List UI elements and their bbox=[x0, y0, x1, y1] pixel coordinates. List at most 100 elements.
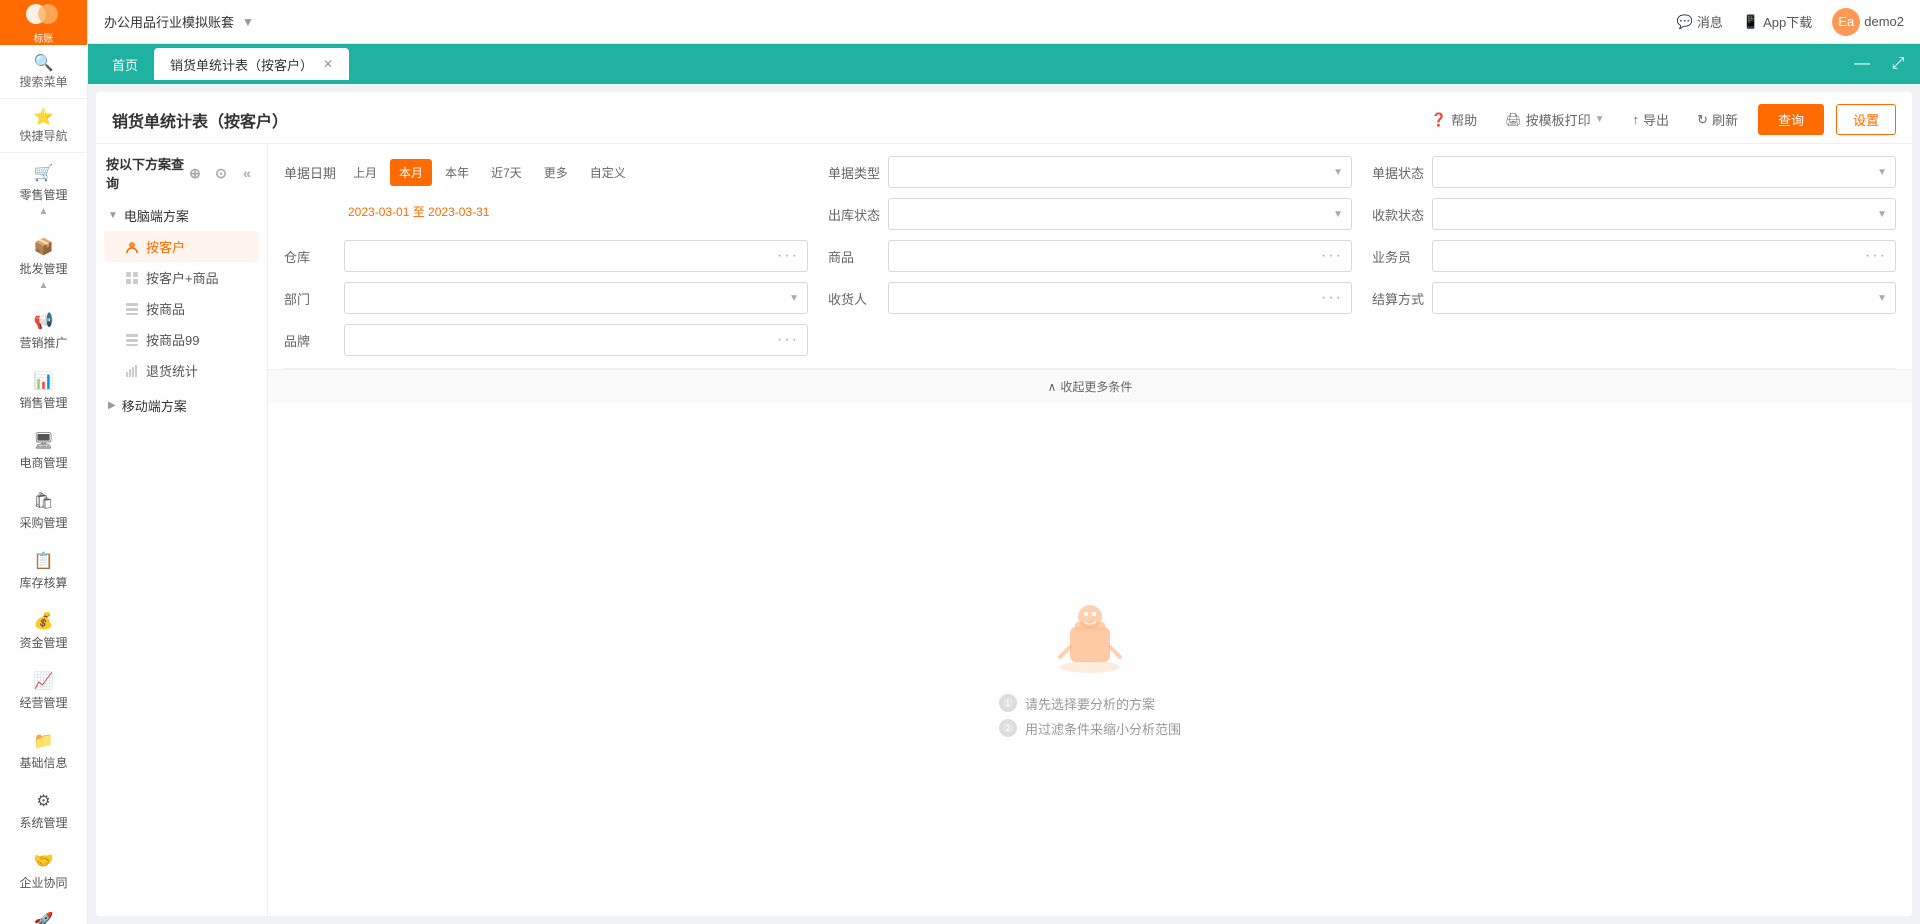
product-input[interactable]: ··· bbox=[888, 240, 1352, 272]
refresh-btn[interactable]: ↻ 刷新 bbox=[1689, 106, 1746, 133]
sidebar-item-new-guide[interactable]: 🚀 新手引导 bbox=[0, 901, 87, 924]
sidebar-item-purchase[interactable]: 🛍 采购管理 bbox=[0, 481, 87, 541]
sidebar-item-finance[interactable]: 💰 资金管理 bbox=[0, 601, 87, 661]
settings-btn[interactable]: 设置 bbox=[1836, 104, 1896, 135]
tip-num-2: ② bbox=[999, 719, 1017, 737]
department-arrow-icon: ▼ bbox=[789, 293, 799, 304]
user-profile-btn[interactable]: Ea demo2 bbox=[1832, 8, 1904, 36]
header-dropdown-icon[interactable]: ▼ bbox=[242, 15, 254, 29]
sidebar-item-wholesale[interactable]: 📦 批发管理 ▲ bbox=[0, 227, 87, 301]
empty-state: ① 请先选择要分析的方案 ② 用过滤条件来缩小分析范围 bbox=[268, 403, 1912, 916]
doc-status-input[interactable]: ▼ bbox=[1432, 156, 1896, 188]
filter-department-row: 部门 ▼ bbox=[284, 282, 808, 314]
sidebar-item-search[interactable]: 🔍 搜索菜单 bbox=[0, 45, 87, 99]
collapse-up-icon: ∧ bbox=[1048, 380, 1057, 394]
app-logo: 标账 bbox=[0, 0, 88, 45]
operation-icon: 📈 bbox=[34, 671, 54, 691]
filter-doc-status-row: 单据状态 ▼ bbox=[1372, 156, 1896, 188]
scheme-item-return-stat[interactable]: 退货统计 bbox=[104, 355, 259, 386]
mobile-group-arrow-icon: ▶ bbox=[108, 400, 116, 411]
receiver-dots-icon: ··· bbox=[1321, 289, 1343, 307]
sidebar-item-enterprise[interactable]: 🤝 企业协同 bbox=[0, 841, 87, 901]
doc-status-arrow-icon: ▼ bbox=[1877, 167, 1887, 178]
date-tab-more[interactable]: 更多 bbox=[535, 159, 577, 186]
scheme-group-desktop-header[interactable]: ▼ 电脑端方案 bbox=[104, 200, 259, 231]
help-btn[interactable]: ❓ 帮助 bbox=[1423, 106, 1485, 133]
messages-btn[interactable]: 💬 消息 bbox=[1677, 12, 1723, 31]
product-label: 商品 bbox=[828, 247, 880, 266]
brand-label: 品牌 bbox=[284, 331, 336, 350]
warehouse-input[interactable]: ··· bbox=[344, 240, 808, 272]
brand-input[interactable]: ··· bbox=[344, 324, 808, 356]
sidebar-item-quick-nav[interactable]: ⭐ 快捷导航 bbox=[0, 99, 87, 153]
template-print-btn[interactable]: 🖨 按模板打印 ▼ bbox=[1497, 106, 1612, 133]
receiver-input[interactable]: ··· bbox=[888, 282, 1352, 314]
page-container: 销货单统计表（按客户） ❓ 帮助 🖨 按模板打印 ▼ ↑ 导出 bbox=[96, 92, 1912, 916]
date-tab-this-year[interactable]: 本年 bbox=[436, 159, 478, 186]
query-btn[interactable]: 查询 bbox=[1758, 104, 1824, 135]
main-area: 办公用品行业模拟账套 ▼ 💬 消息 📱 App下载 Ea demo2 首页 bbox=[88, 0, 1920, 924]
scheme-panel: 按以下方案查询 ⊕ ⊙ « ▼ 电脑端方案 bbox=[96, 144, 268, 916]
refresh-icon: ↻ bbox=[1697, 112, 1708, 128]
filter-warehouse-row: 仓库 ··· bbox=[284, 240, 808, 272]
page-header: 销货单统计表（按客户） ❓ 帮助 🖨 按模板打印 ▼ ↑ 导出 bbox=[96, 92, 1912, 144]
sidebar-item-operation[interactable]: 📈 经营管理 bbox=[0, 661, 87, 721]
scheme-settings-btn[interactable]: ⊙ bbox=[211, 163, 231, 183]
date-range-text: 2023-03-01 至 2023-03-31 bbox=[348, 203, 489, 220]
department-input[interactable]: ▼ bbox=[344, 282, 808, 314]
out-status-input[interactable]: ▼ bbox=[888, 198, 1352, 230]
tab-home[interactable]: 首页 bbox=[96, 48, 154, 80]
scheme-item-by-product[interactable]: 按商品 bbox=[104, 293, 259, 324]
tab-minimize-btn[interactable]: — bbox=[1848, 50, 1876, 78]
tab-expand-btn[interactable]: ⤢ bbox=[1884, 50, 1912, 78]
doc-type-input[interactable]: ▼ bbox=[888, 156, 1352, 188]
sidebar-nav-label: 快捷导航 bbox=[0, 127, 87, 144]
settlement-input[interactable]: ▼ bbox=[1432, 282, 1896, 314]
scheme-item-by-customer-product[interactable]: 按客户+商品 bbox=[104, 262, 259, 293]
scheme-item-by-product-99[interactable]: 按商品99 bbox=[104, 324, 259, 355]
content-area: 销货单统计表（按客户） ❓ 帮助 🖨 按模板打印 ▼ ↑ 导出 bbox=[88, 84, 1920, 924]
app-download-btn[interactable]: 📱 App下载 bbox=[1743, 12, 1812, 31]
sidebar-item-system[interactable]: ⚙ 系统管理 bbox=[0, 781, 87, 841]
page-body: 按以下方案查询 ⊕ ⊙ « ▼ 电脑端方案 bbox=[96, 144, 1912, 916]
collapse-bar[interactable]: ∧ 收起更多条件 bbox=[268, 369, 1912, 403]
sidebar-item-base-info[interactable]: 📁 基础信息 bbox=[0, 721, 87, 781]
filter-product-row: 商品 ··· bbox=[828, 240, 1352, 272]
base-info-icon: 📁 bbox=[34, 731, 54, 751]
scheme-item-by-customer[interactable]: 按客户 bbox=[104, 231, 259, 262]
doc-status-label: 单据状态 bbox=[1372, 163, 1424, 182]
header-title: 办公用品行业模拟账套 bbox=[104, 12, 234, 31]
tab-sales-stat[interactable]: 销货单统计表（按客户） ✕ bbox=[154, 48, 349, 80]
sidebar: 标账 🔍 搜索菜单 ⭐ 快捷导航 🛒 零售管理 ▲ 📦 批发管理 ▲ 📢 营销推… bbox=[0, 0, 88, 924]
out-status-arrow-icon: ▼ bbox=[1333, 209, 1343, 220]
collect-status-arrow-icon: ▼ bbox=[1877, 209, 1887, 220]
settlement-label: 结算方式 bbox=[1372, 289, 1424, 308]
by-product-99-icon bbox=[124, 332, 140, 348]
scheme-group-mobile-header[interactable]: ▶ 移动端方案 bbox=[104, 390, 259, 421]
message-icon: 💬 bbox=[1677, 14, 1693, 30]
sidebar-item-marketing[interactable]: 📢 营销推广 bbox=[0, 301, 87, 361]
date-tab-custom[interactable]: 自定义 bbox=[581, 159, 635, 186]
scheme-group-mobile: ▶ 移动端方案 bbox=[96, 390, 267, 421]
scheme-add-btn[interactable]: ⊕ bbox=[185, 163, 205, 183]
inventory-icon: 📋 bbox=[34, 551, 54, 571]
salesperson-input[interactable]: ··· bbox=[1432, 240, 1896, 272]
date-tab-last-7[interactable]: 近7天 bbox=[482, 159, 531, 186]
filter-salesperson-row: 业务员 ··· bbox=[1372, 240, 1896, 272]
collect-status-input[interactable]: ▼ bbox=[1432, 198, 1896, 230]
sidebar-item-retail[interactable]: 🛒 零售管理 ▲ bbox=[0, 153, 87, 227]
by-product-icon bbox=[124, 301, 140, 317]
wholesale-icon: 📦 bbox=[34, 237, 54, 257]
tab-bar: 首页 销货单统计表（按客户） ✕ — ⤢ bbox=[88, 44, 1920, 84]
date-tab-this-month[interactable]: 本月 bbox=[390, 159, 432, 186]
receiver-label: 收货人 bbox=[828, 289, 880, 308]
scheme-collapse-btn[interactable]: « bbox=[237, 163, 257, 183]
by-customer-icon bbox=[124, 239, 140, 255]
sidebar-item-sales[interactable]: 📊 销售管理 bbox=[0, 361, 87, 421]
export-btn[interactable]: ↑ 导出 bbox=[1625, 106, 1678, 133]
date-tab-last-month[interactable]: 上月 bbox=[344, 159, 386, 186]
logo-icon bbox=[26, 0, 62, 28]
sidebar-item-inventory[interactable]: 📋 库存核算 bbox=[0, 541, 87, 601]
sidebar-item-ecom[interactable]: 🖥 电商管理 bbox=[0, 421, 87, 481]
tab-close-btn[interactable]: ✕ bbox=[323, 57, 333, 71]
